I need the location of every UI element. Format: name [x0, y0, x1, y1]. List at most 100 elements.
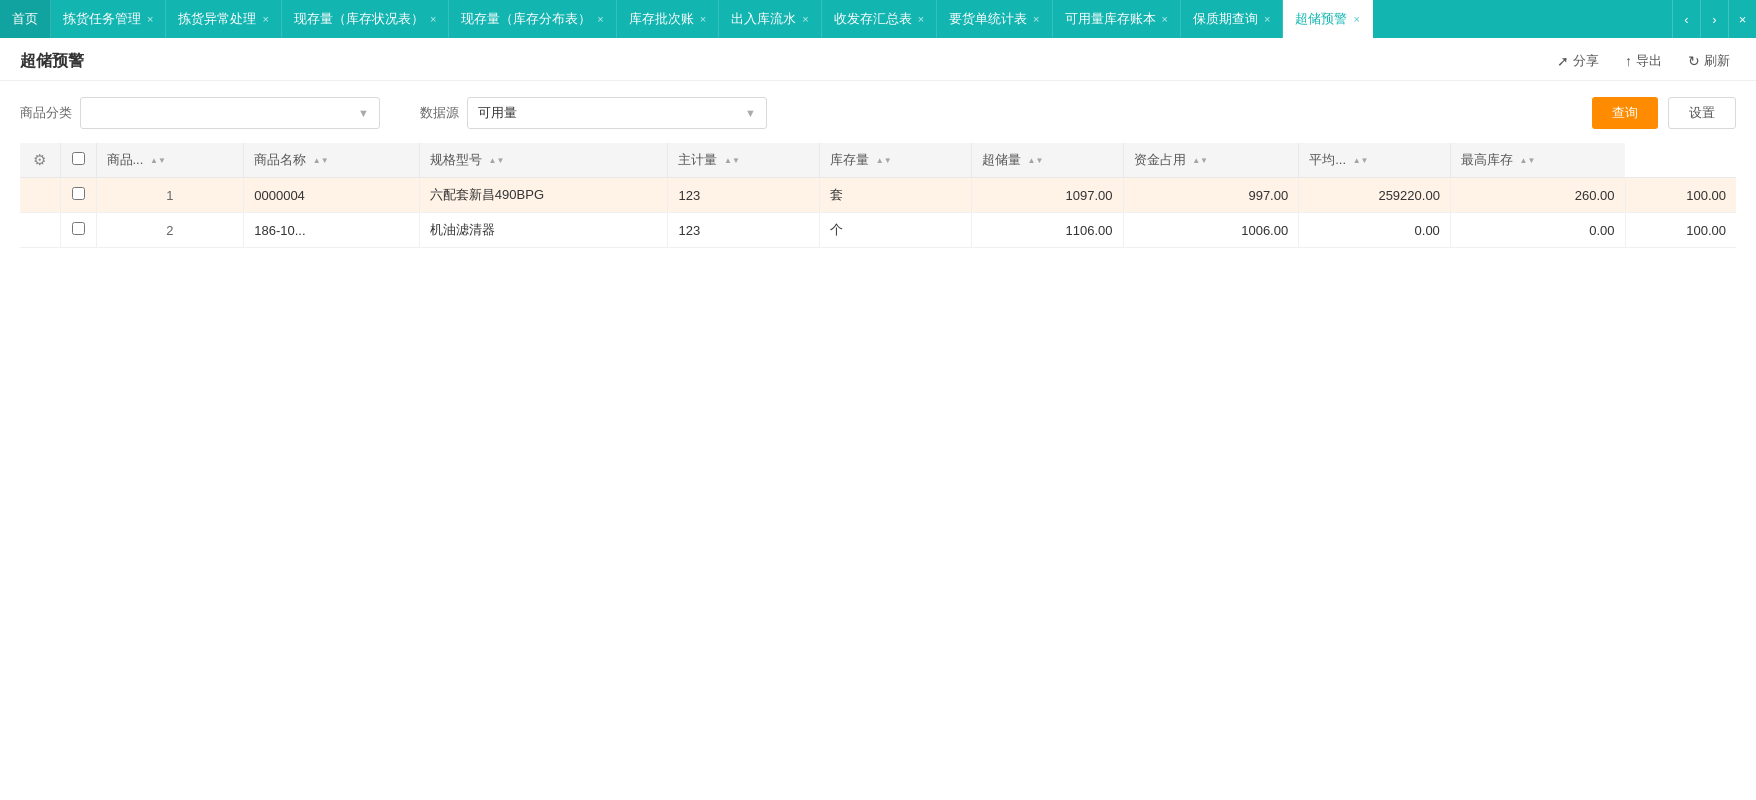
column-unit-label: 主计量: [678, 152, 717, 167]
filter-area: 商品分类 ▼ 数据源 可用量 ▼ 查询 设置: [0, 81, 1756, 139]
close-icon-inventory-batch[interactable]: ×: [700, 13, 706, 25]
data-table: ⚙ 商品... ▲▼ 商品名称 ▲▼ 规格型号 ▲▼ 主计: [20, 143, 1736, 248]
share-button[interactable]: ➚ 分享: [1551, 50, 1605, 72]
row-capital: 259220.00: [1299, 178, 1451, 213]
row-avg: 0.00: [1450, 213, 1625, 248]
row-spec: 123: [668, 178, 820, 213]
column-spec-label: 规格型号: [430, 152, 482, 167]
category-filter-group: 商品分类 ▼: [20, 97, 380, 129]
sort-icon-overstock: ▲▼: [1028, 157, 1044, 165]
nav-label-expiry-query: 保质期查询: [1193, 10, 1258, 28]
row-max-inventory: 100.00: [1625, 213, 1736, 248]
refresh-button[interactable]: ↻ 刷新: [1682, 50, 1736, 72]
table-row: 1 0000004 六配套新昌490BPG 123 套 1097.00 997.…: [20, 178, 1736, 213]
nav-next-button[interactable]: ›: [1700, 0, 1728, 38]
share-icon: ➚: [1557, 53, 1569, 69]
nav-item-collect-summary[interactable]: 收发存汇总表 ×: [822, 0, 937, 38]
share-label: 分享: [1573, 52, 1599, 70]
column-unit[interactable]: 主计量 ▲▼: [668, 143, 820, 178]
nav-close-all-button[interactable]: ×: [1728, 0, 1756, 38]
column-capital[interactable]: 资金占用 ▲▼: [1123, 143, 1299, 178]
column-settings[interactable]: ⚙: [20, 143, 60, 178]
query-button[interactable]: 查询: [1592, 97, 1658, 129]
close-icon-overstock-warning[interactable]: ×: [1353, 13, 1359, 25]
column-overstock-label: 超储量: [982, 152, 1021, 167]
nav-item-task-mgmt[interactable]: 拣货任务管理 ×: [51, 0, 166, 38]
category-filter-label: 商品分类: [20, 104, 72, 122]
nav-label-inventory-status: 现存量（库存状况表）: [294, 10, 424, 28]
datasource-select[interactable]: 可用量 ▼: [467, 97, 767, 129]
nav-label-inventory-batch: 库存批次账: [629, 10, 694, 28]
category-dropdown-icon: ▼: [358, 107, 369, 119]
sort-icon-spec: ▲▼: [488, 157, 504, 165]
row-avg: 260.00: [1450, 178, 1625, 213]
nav-label-home: 首页: [12, 10, 38, 28]
nav-item-expiry-query[interactable]: 保质期查询 ×: [1181, 0, 1283, 38]
column-inventory[interactable]: 库存量 ▲▼: [820, 143, 972, 178]
top-nav: 首页 拣货任务管理 × 拣货异常处理 × 现存量（库存状况表） × 现存量（库存…: [0, 0, 1756, 38]
nav-item-order-stats[interactable]: 要货单统计表 ×: [937, 0, 1052, 38]
row-unit: 套: [820, 178, 972, 213]
column-product-name[interactable]: 商品名称 ▲▼: [244, 143, 420, 178]
refresh-icon: ↻: [1688, 53, 1700, 69]
export-icon: ↑: [1625, 53, 1632, 69]
sort-icon-product-name: ▲▼: [313, 157, 329, 165]
row-check-cell: [60, 178, 96, 213]
row-check-cell: [60, 213, 96, 248]
close-icon-expiry-query[interactable]: ×: [1264, 13, 1270, 25]
close-icon-order-stats[interactable]: ×: [1033, 13, 1039, 25]
close-icon-inout-flow[interactable]: ×: [802, 13, 808, 25]
row-checkbox[interactable]: [72, 222, 85, 235]
nav-prev-button[interactable]: ‹: [1672, 0, 1700, 38]
nav-item-inventory-status[interactable]: 现存量（库存状况表） ×: [282, 0, 449, 38]
close-icon-collect-summary[interactable]: ×: [918, 13, 924, 25]
row-product-code: 186-10...: [244, 213, 420, 248]
datasource-filter-group: 数据源 可用量 ▼: [420, 97, 767, 129]
nav-label-inout-flow: 出入库流水: [731, 10, 796, 28]
nav-item-inventory-batch[interactable]: 库存批次账 ×: [617, 0, 719, 38]
datasource-filter-label: 数据源: [420, 104, 459, 122]
row-settings-cell: [20, 213, 60, 248]
refresh-label: 刷新: [1704, 52, 1730, 70]
nav-item-abnormal[interactable]: 拣货异常处理 ×: [166, 0, 281, 38]
column-overstock[interactable]: 超储量 ▲▼: [971, 143, 1123, 178]
export-button[interactable]: ↑ 导出: [1619, 50, 1668, 72]
nav-arrows: ‹ › ×: [1672, 0, 1756, 38]
nav-label-available-ledger: 可用量库存账本: [1065, 10, 1156, 28]
row-settings-cell: [20, 178, 60, 213]
nav-item-available-ledger[interactable]: 可用量库存账本 ×: [1053, 0, 1181, 38]
row-product-code: 0000004: [244, 178, 420, 213]
close-icon-inventory-status[interactable]: ×: [430, 13, 436, 25]
settings-button[interactable]: 设置: [1668, 97, 1736, 129]
close-icon-task-mgmt[interactable]: ×: [147, 13, 153, 25]
table-header-row: ⚙ 商品... ▲▼ 商品名称 ▲▼ 规格型号 ▲▼ 主计: [20, 143, 1736, 178]
close-icon-abnormal[interactable]: ×: [262, 13, 268, 25]
nav-item-inventory-dist[interactable]: 现存量（库存分布表） ×: [449, 0, 616, 38]
column-product-code-label: 商品...: [107, 152, 144, 167]
page-header: 超储预警 ➚ 分享 ↑ 导出 ↻ 刷新: [0, 38, 1756, 81]
category-select[interactable]: ▼: [80, 97, 380, 129]
close-icon-available-ledger[interactable]: ×: [1162, 13, 1168, 25]
column-spec[interactable]: 规格型号 ▲▼: [419, 143, 668, 178]
nav-item-overstock-warning[interactable]: 超储预警 ×: [1283, 0, 1372, 38]
sort-icon-product-code: ▲▼: [150, 157, 166, 165]
nav-label-task-mgmt: 拣货任务管理: [63, 10, 141, 28]
row-num-cell: 1: [96, 178, 244, 213]
column-checkbox: [60, 143, 96, 178]
row-max-inventory: 100.00: [1625, 178, 1736, 213]
row-checkbox[interactable]: [72, 187, 85, 200]
column-max-inventory[interactable]: 最高库存 ▲▼: [1450, 143, 1625, 178]
row-num-cell: 2: [96, 213, 244, 248]
row-product-name: 机油滤清器: [419, 213, 668, 248]
sort-icon-capital: ▲▼: [1192, 157, 1208, 165]
select-all-checkbox[interactable]: [72, 152, 85, 165]
nav-item-inout-flow[interactable]: 出入库流水 ×: [719, 0, 821, 38]
column-product-code[interactable]: 商品... ▲▼: [96, 143, 244, 178]
column-avg[interactable]: 平均... ▲▼: [1299, 143, 1451, 178]
sort-icon-inventory: ▲▼: [876, 157, 892, 165]
nav-item-home[interactable]: 首页: [0, 0, 51, 38]
sort-icon-max-inventory: ▲▼: [1519, 157, 1535, 165]
close-icon-inventory-dist[interactable]: ×: [597, 13, 603, 25]
nav-label-overstock-warning: 超储预警: [1295, 10, 1347, 28]
row-inventory: 1106.00: [971, 213, 1123, 248]
